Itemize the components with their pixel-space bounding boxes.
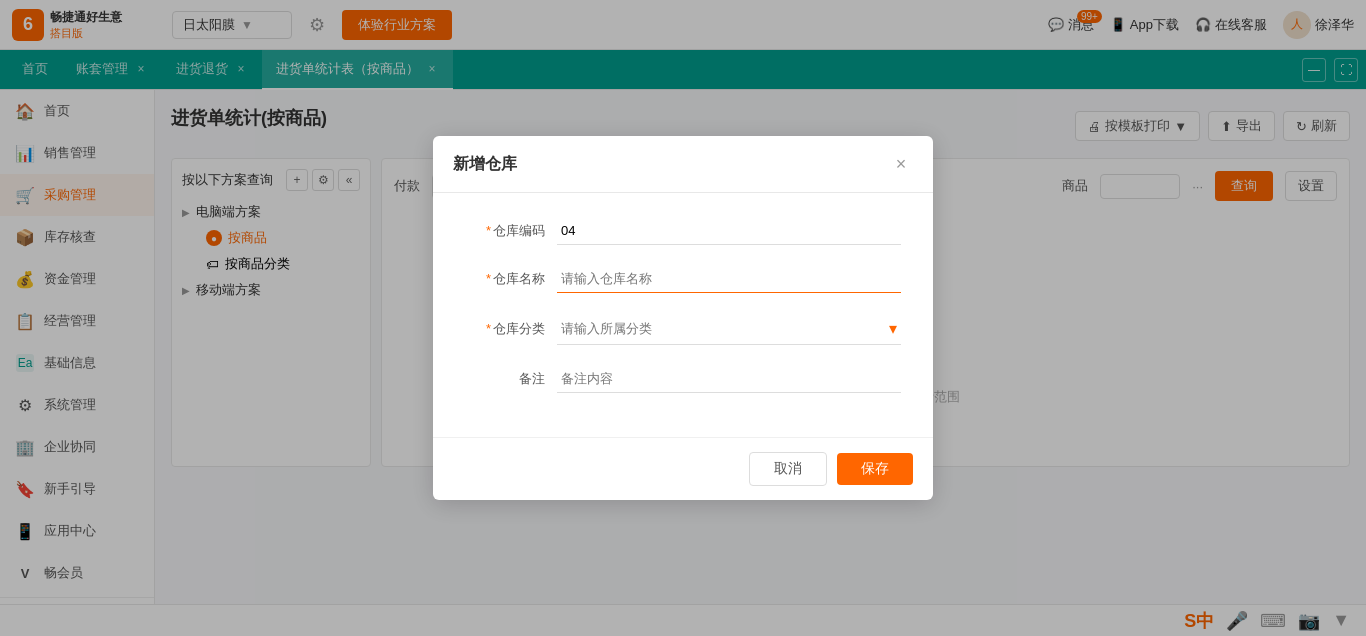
form-row-category: 仓库分类 ▾ [465, 313, 901, 345]
form-row-note: 备注 [465, 365, 901, 393]
note-label: 备注 [465, 370, 545, 388]
modal-header: 新增仓库 × [433, 136, 933, 193]
category-dropdown-icon: ▾ [889, 319, 897, 338]
name-label: 仓库名称 [465, 270, 545, 288]
modal-footer: 取消 保存 [433, 437, 933, 500]
name-input[interactable] [557, 265, 901, 293]
modal-body: 仓库编码 仓库名称 仓库分类 ▾ 备注 [433, 193, 933, 437]
save-button[interactable]: 保存 [837, 453, 913, 485]
modal-close-button[interactable]: × [889, 152, 913, 176]
form-row-name: 仓库名称 [465, 265, 901, 293]
cancel-button[interactable]: 取消 [749, 452, 827, 486]
category-select-wrap[interactable]: ▾ [557, 313, 901, 345]
form-row-code: 仓库编码 [465, 217, 901, 245]
note-input[interactable] [557, 365, 901, 393]
category-label: 仓库分类 [465, 320, 545, 338]
modal-overlay[interactable]: 新增仓库 × 仓库编码 仓库名称 仓库分类 ▾ [0, 0, 1366, 636]
code-input[interactable] [557, 217, 901, 245]
category-input[interactable] [561, 321, 889, 336]
modal-new-warehouse: 新增仓库 × 仓库编码 仓库名称 仓库分类 ▾ [433, 136, 933, 500]
modal-title: 新增仓库 [453, 154, 517, 175]
code-label: 仓库编码 [465, 222, 545, 240]
